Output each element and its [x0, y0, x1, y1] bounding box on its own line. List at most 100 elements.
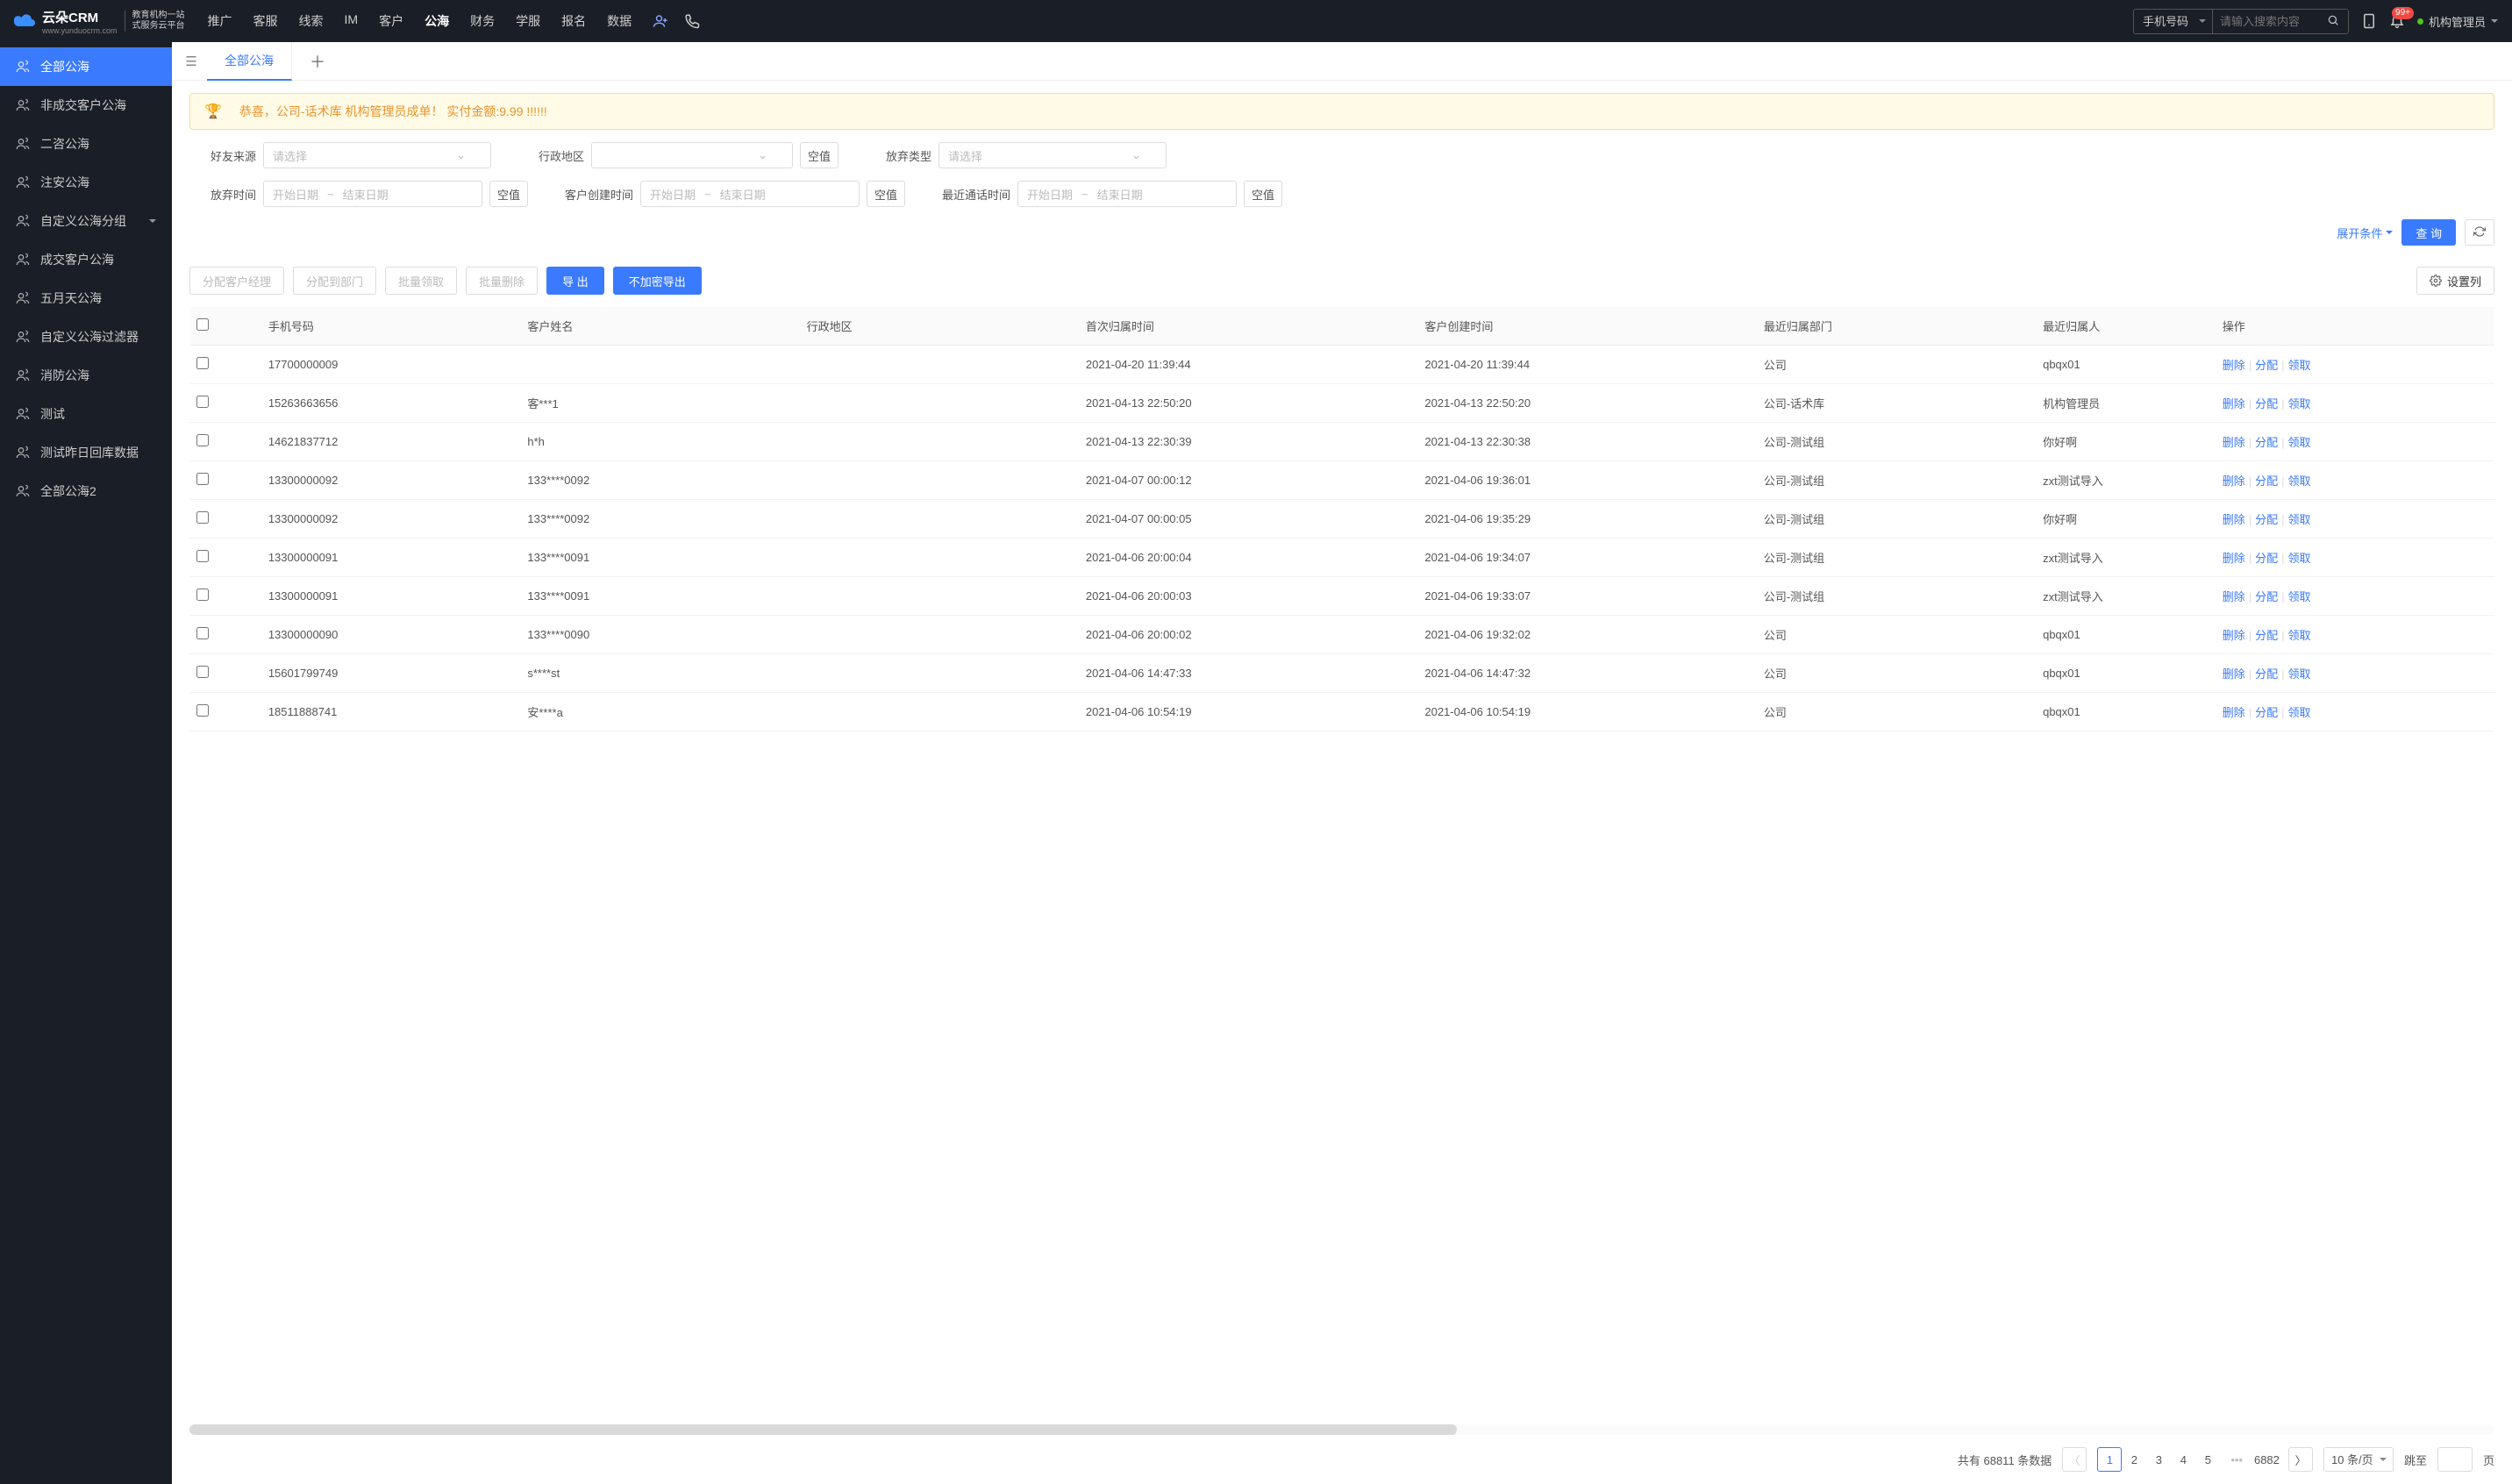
sidebar-item-6[interactable]: 五月天公海: [0, 279, 172, 317]
op-claim[interactable]: 领取: [2288, 474, 2311, 488]
row-checkbox[interactable]: [196, 434, 209, 446]
op-assign[interactable]: 分配: [2255, 397, 2278, 410]
sidebar-item-7[interactable]: 自定义公海过滤器: [0, 317, 172, 356]
select-all-checkbox[interactable]: [196, 318, 209, 331]
op-assign[interactable]: 分配: [2255, 590, 2278, 603]
nav-item-9[interactable]: 数据: [605, 9, 633, 33]
row-checkbox[interactable]: [196, 704, 209, 717]
op-assign[interactable]: 分配: [2255, 474, 2278, 488]
row-checkbox[interactable]: [196, 511, 209, 524]
op-assign[interactable]: 分配: [2255, 436, 2278, 449]
pager-jump-input[interactable]: [2437, 1447, 2473, 1472]
sidebar-item-9[interactable]: 测试: [0, 395, 172, 433]
tab-add[interactable]: ＋: [292, 50, 343, 73]
row-checkbox[interactable]: [196, 550, 209, 562]
nav-item-7[interactable]: 学服: [514, 9, 542, 33]
filter-abandon-time-range[interactable]: 开始日期~结束日期: [263, 181, 482, 207]
sidebar-item-1[interactable]: 非成交客户公海: [0, 86, 172, 125]
op-claim[interactable]: 领取: [2288, 436, 2311, 449]
filter-call-time-empty[interactable]: 空值: [1244, 181, 1282, 207]
column-setting-btn[interactable]: 设置列: [2416, 267, 2494, 295]
search-input[interactable]: [2213, 10, 2318, 33]
op-delete[interactable]: 删除: [2223, 667, 2245, 681]
op-claim[interactable]: 领取: [2288, 552, 2311, 565]
filter-abandon-time-empty[interactable]: 空值: [489, 181, 528, 207]
filter-source-select[interactable]: 请选择⌄: [263, 142, 491, 168]
nav-item-6[interactable]: 财务: [468, 9, 496, 33]
filter-create-time-empty[interactable]: 空值: [867, 181, 905, 207]
op-assign[interactable]: 分配: [2255, 359, 2278, 372]
op-assign[interactable]: 分配: [2255, 706, 2278, 719]
sidebar-item-11[interactable]: 全部公海2: [0, 472, 172, 510]
op-claim[interactable]: 领取: [2288, 590, 2311, 603]
user-menu[interactable]: 机构管理员: [2417, 13, 2498, 30]
notification-bell[interactable]: 99+: [2389, 12, 2405, 31]
tablet-icon[interactable]: [2361, 13, 2377, 29]
nav-item-4[interactable]: 客户: [377, 9, 405, 33]
op-claim[interactable]: 领取: [2288, 629, 2311, 642]
pager-size-select[interactable]: 10 条/页: [2323, 1447, 2394, 1472]
user-add-icon[interactable]: [653, 13, 668, 29]
row-checkbox[interactable]: [196, 473, 209, 485]
op-delete[interactable]: 删除: [2223, 706, 2245, 719]
expand-filters-link[interactable]: 展开条件: [2337, 225, 2393, 241]
op-delete[interactable]: 删除: [2223, 359, 2245, 372]
export-plain-btn[interactable]: 不加密导出: [613, 267, 702, 295]
tabs-collapse-icon[interactable]: ☰: [175, 54, 207, 69]
nav-item-0[interactable]: 推广: [206, 9, 234, 33]
assign-dept-btn[interactable]: 分配到部门: [293, 267, 376, 295]
sidebar-item-8[interactable]: 消防公海: [0, 356, 172, 395]
filter-region-select[interactable]: ⌄: [591, 142, 793, 168]
op-delete[interactable]: 删除: [2223, 436, 2245, 449]
tab-active[interactable]: 全部公海: [207, 42, 292, 81]
search-btn[interactable]: 查 询: [2401, 219, 2456, 246]
op-delete[interactable]: 删除: [2223, 552, 2245, 565]
assign-manager-btn[interactable]: 分配客户经理: [189, 267, 284, 295]
op-delete[interactable]: 删除: [2223, 590, 2245, 603]
phone-icon[interactable]: [684, 13, 700, 29]
nav-item-3[interactable]: IM: [343, 9, 360, 33]
op-claim[interactable]: 领取: [2288, 513, 2311, 526]
filter-region-empty[interactable]: 空值: [800, 142, 839, 168]
row-checkbox[interactable]: [196, 396, 209, 408]
batch-delete-btn[interactable]: 批量删除: [466, 267, 538, 295]
op-delete[interactable]: 删除: [2223, 513, 2245, 526]
op-assign[interactable]: 分配: [2255, 552, 2278, 565]
pager-page-2[interactable]: 2: [2122, 1447, 2146, 1472]
op-assign[interactable]: 分配: [2255, 667, 2278, 681]
pager-last[interactable]: 6882: [2253, 1447, 2278, 1472]
sidebar-item-0[interactable]: 全部公海: [0, 47, 172, 86]
search-type-select[interactable]: 手机号码: [2134, 10, 2213, 33]
filter-call-time-range[interactable]: 开始日期~结束日期: [1017, 181, 1237, 207]
op-assign[interactable]: 分配: [2255, 513, 2278, 526]
filter-create-time-range[interactable]: 开始日期~结束日期: [640, 181, 860, 207]
search-button[interactable]: [2318, 10, 2348, 33]
op-claim[interactable]: 领取: [2288, 397, 2311, 410]
batch-claim-btn[interactable]: 批量领取: [385, 267, 457, 295]
row-checkbox[interactable]: [196, 589, 209, 601]
op-delete[interactable]: 删除: [2223, 629, 2245, 642]
nav-item-5[interactable]: 公海: [423, 9, 451, 33]
row-checkbox[interactable]: [196, 627, 209, 639]
op-assign[interactable]: 分配: [2255, 629, 2278, 642]
refresh-btn[interactable]: [2465, 219, 2494, 246]
op-claim[interactable]: 领取: [2288, 359, 2311, 372]
pager-page-4[interactable]: 4: [2171, 1447, 2195, 1472]
sidebar-item-3[interactable]: 注安公海: [0, 163, 172, 202]
scrollbar-thumb[interactable]: [189, 1424, 1457, 1435]
filter-abandon-type-select[interactable]: 请选择⌄: [938, 142, 1167, 168]
sidebar-item-10[interactable]: 测试昨日回库数据: [0, 433, 172, 472]
nav-item-8[interactable]: 报名: [560, 9, 588, 33]
sidebar-item-4[interactable]: 自定义公海分组: [0, 202, 172, 240]
pager-prev[interactable]: 〈: [2062, 1447, 2087, 1472]
op-claim[interactable]: 领取: [2288, 706, 2311, 719]
horizontal-scrollbar[interactable]: [189, 1424, 2494, 1435]
op-delete[interactable]: 删除: [2223, 474, 2245, 488]
pager-page-5[interactable]: 5: [2195, 1447, 2220, 1472]
nav-item-2[interactable]: 线索: [297, 9, 325, 33]
export-btn[interactable]: 导 出: [546, 267, 604, 295]
op-delete[interactable]: 删除: [2223, 397, 2245, 410]
pager-page-1[interactable]: 1: [2097, 1447, 2122, 1472]
row-checkbox[interactable]: [196, 666, 209, 678]
nav-item-1[interactable]: 客服: [252, 9, 280, 33]
